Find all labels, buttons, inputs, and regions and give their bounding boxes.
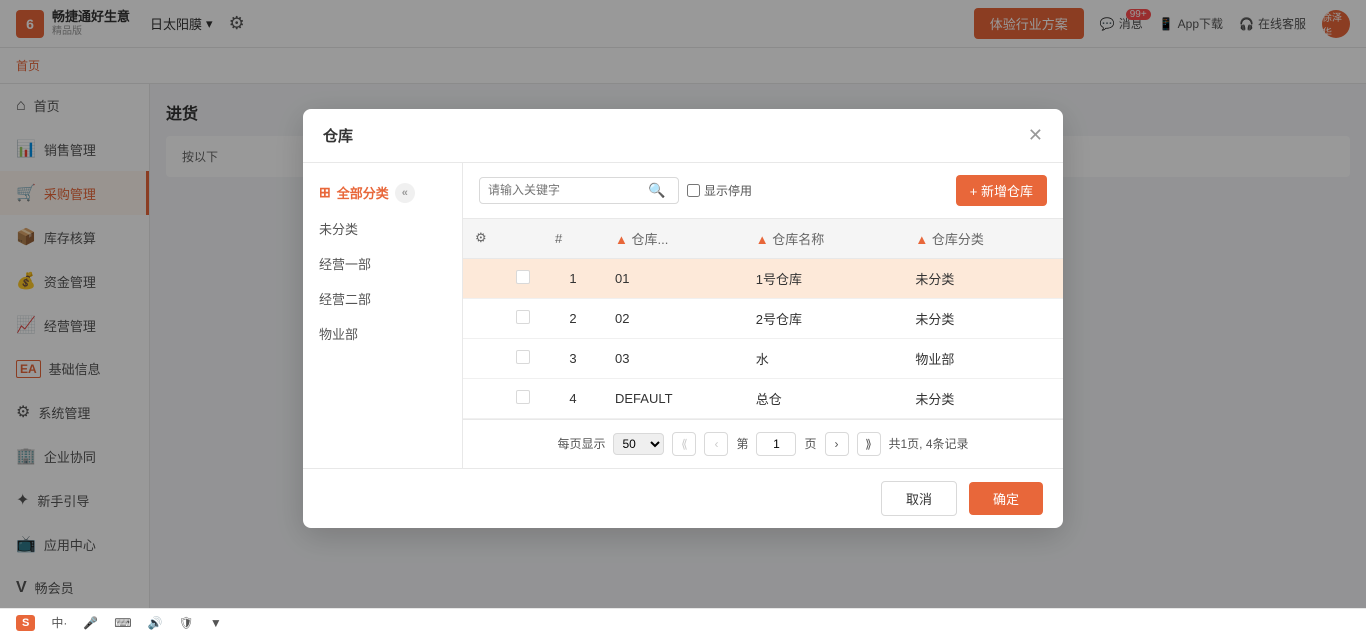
show-disabled-wrap[interactable]: 显示停用 [687,182,752,199]
row-num: 1 [543,258,603,298]
show-disabled-label: 显示停用 [704,182,752,199]
th-check [503,219,543,259]
row-gear[interactable] [463,258,503,298]
th-num: # [543,219,603,259]
row-checkbox[interactable] [503,298,543,338]
row-name: 2号仓库 [744,298,904,338]
row-name: 1号仓库 [744,258,904,298]
table-row[interactable]: 3 03 水 物业部 [463,338,1063,378]
sort-icon-cat: ▲ [915,232,928,247]
bottom-bar: S 中· 🎤 ⌨ 🔊 🛡 ▼ [0,608,1366,636]
row-category: 未分类 [903,298,1063,338]
warehouse-table: ⚙ # ▲ 仓库... ▲ 仓库名称 [463,219,1063,419]
all-category-label: 全部分类 [337,183,389,202]
arrow-icon[interactable]: ▼ [210,616,222,630]
table-row[interactable]: 4 DEFAULT 总仓 未分类 [463,378,1063,418]
prev-page-button[interactable]: ‹ [704,432,728,456]
bottom-logo: S [16,615,35,631]
per-page-select[interactable]: 50 10 20 100 [613,433,664,455]
row-category: 未分类 [903,378,1063,418]
category-item-uncat[interactable]: 未分类 [303,211,462,246]
speaker-icon[interactable]: 🔊 [148,616,163,630]
row-code: 02 [603,298,744,338]
cancel-button[interactable]: 取消 [881,481,957,516]
bottom-label: 中· [51,614,67,631]
first-page-button[interactable]: ⟪ [672,432,696,456]
page-number-input[interactable] [756,432,796,456]
table-row[interactable]: 1 01 1号仓库 未分类 [463,258,1063,298]
th-name[interactable]: ▲ 仓库名称 [744,219,904,259]
show-disabled-checkbox[interactable] [687,184,700,197]
th-code[interactable]: ▲ 仓库... [603,219,744,259]
row-checkbox[interactable] [503,258,543,298]
pagination-bar: 每页显示 50 10 20 100 ⟪ ‹ 第 页 › ⟫ 共1页, 4条记录 [463,419,1063,468]
page-label: 第 [736,435,748,452]
page-suffix: 页 [804,435,816,452]
row-code: DEFAULT [603,378,744,418]
modal-body: ⊞ 全部分类 « 未分类 经营一部 经营二部 物业部 🔍 [303,163,1063,468]
search-wrap[interactable]: 🔍 [479,177,679,204]
category-item-dept1[interactable]: 经营一部 [303,246,462,281]
data-panel: 🔍 显示停用 + 新增仓库 ⚙ [463,163,1063,468]
table-header: ⚙ # ▲ 仓库... ▲ 仓库名称 [463,219,1063,259]
category-panel: ⊞ 全部分类 « 未分类 经营一部 经营二部 物业部 [303,163,463,468]
confirm-button[interactable]: 确定 [969,482,1043,515]
row-name: 水 [744,338,904,378]
row-name: 总仓 [744,378,904,418]
row-gear[interactable] [463,378,503,418]
data-toolbar: 🔍 显示停用 + 新增仓库 [463,163,1063,219]
row-num: 4 [543,378,603,418]
last-page-button[interactable]: ⟫ [857,432,881,456]
sort-icon: ▲ [615,232,628,247]
row-num: 2 [543,298,603,338]
table-container: ⚙ # ▲ 仓库... ▲ 仓库名称 [463,219,1063,419]
row-category: 未分类 [903,258,1063,298]
keyboard-icon[interactable]: ⌨ [114,616,131,630]
add-warehouse-button[interactable]: + 新增仓库 [956,175,1047,206]
row-gear[interactable] [463,298,503,338]
shield-icon[interactable]: 🛡 [179,616,194,630]
modal-title: 仓库 [323,125,353,146]
modal-overlay: 仓库 ✕ ⊞ 全部分类 « 未分类 经营一部 经营二部 物业部 [0,0,1366,636]
row-category: 物业部 [903,338,1063,378]
category-item-dept2[interactable]: 经营二部 [303,281,462,316]
mic-icon[interactable]: 🎤 [83,616,98,630]
table-row[interactable]: 2 02 2号仓库 未分类 [463,298,1063,338]
row-checkbox[interactable] [503,338,543,378]
modal-footer: 取消 确定 [303,468,1063,528]
grid-icon: ⊞ [319,184,331,201]
table-body: 1 01 1号仓库 未分类 2 02 2号仓库 [463,258,1063,418]
row-code: 01 [603,258,744,298]
row-checkbox[interactable] [503,378,543,418]
collapse-button[interactable]: « [395,183,415,203]
search-input[interactable] [488,183,648,197]
row-code: 03 [603,338,744,378]
th-category[interactable]: ▲ 仓库分类 [903,219,1063,259]
search-icon: 🔍 [648,182,665,199]
row-num: 3 [543,338,603,378]
total-info: 共1页, 4条记录 [889,435,969,452]
modal-header: 仓库 ✕ [303,109,1063,163]
warehouse-modal: 仓库 ✕ ⊞ 全部分类 « 未分类 经营一部 经营二部 物业部 [303,109,1063,528]
category-all[interactable]: ⊞ 全部分类 « [303,175,462,211]
row-gear[interactable] [463,338,503,378]
th-gear[interactable]: ⚙ [463,219,503,259]
category-item-property[interactable]: 物业部 [303,316,462,351]
per-page-label: 每页显示 [557,435,605,452]
next-page-button[interactable]: › [825,432,849,456]
sort-icon-name: ▲ [756,232,769,247]
modal-close-button[interactable]: ✕ [1028,125,1043,146]
